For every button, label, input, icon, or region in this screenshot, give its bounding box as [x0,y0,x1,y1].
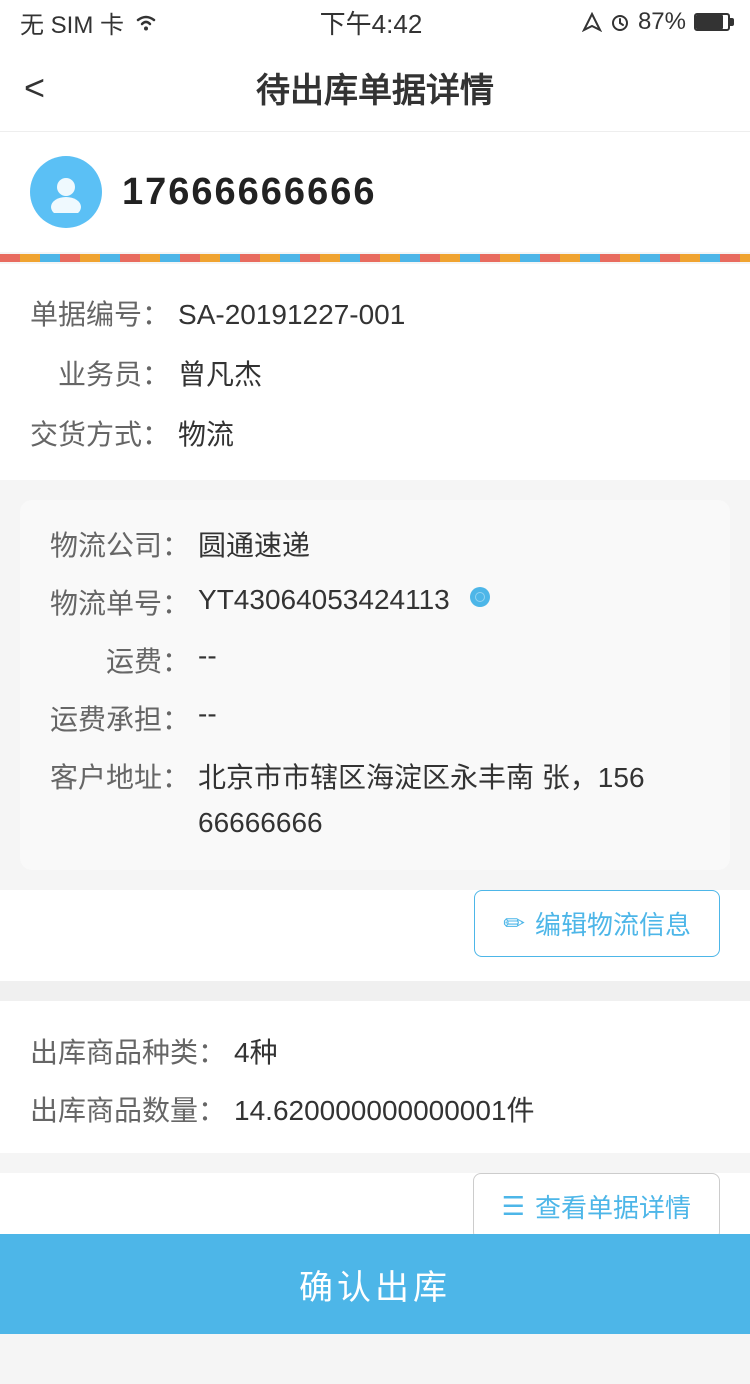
view-detail-button[interactable]: ☰ 查看单据详情 [473,1173,720,1240]
goods-category-row: 出库商品种类： 4种 [30,1031,720,1071]
dashed-divider [0,254,750,262]
user-phone: 17666666666 [122,171,376,214]
goods-category-label: 出库商品种类： [30,1031,226,1071]
address-label: 客户地址： [50,756,190,796]
logistics-company-label: 物流公司： [50,524,190,564]
section-divider [0,981,750,1001]
edit-btn-row: ✏ 编辑物流信息 [0,890,750,981]
goods-quantity-row: 出库商品数量： 14.620000000000001件 [30,1089,720,1129]
goods-quantity-label: 出库商品数量： [30,1089,226,1129]
goods-section: 出库商品种类： 4种 出库商品数量： 14.620000000000001件 [0,1001,750,1153]
battery-percent: 87% [638,8,686,36]
freight-label: 运费： [50,640,190,680]
salesman-row: 业务员： 曾凡杰 [30,354,720,396]
freight-row: 运费： -- [50,640,700,680]
tracking-location-icon [462,582,498,618]
delivery-label: 交货方式： [30,414,170,456]
list-icon: ☰ [502,1191,525,1222]
address-row: 客户地址： 北京市市辖区海淀区永丰南 张，156 66666666 [50,756,700,846]
salesman-value: 曾凡杰 [178,354,720,396]
tracking-no-row: 物流单号： YT43064053424113 [50,582,700,622]
view-btn-label: 查看单据详情 [535,1188,691,1225]
avatar [30,156,102,228]
freight-value: -- [198,640,700,672]
order-no-value: SA-20191227-001 [178,294,720,336]
logistics-card: 物流公司： 圆通速递 物流单号： YT43064053424113 运费： --… [20,500,730,870]
nav-bar: < 待出库单据详情 [0,44,750,132]
goods-quantity-value: 14.620000000000001件 [234,1089,535,1129]
tracking-no-text: YT43064053424113 [198,584,450,616]
freight-bearer-value: -- [198,698,700,730]
salesman-label: 业务员： [30,354,170,396]
confirm-btn-label: 确认出库 [299,1260,451,1309]
delivery-row: 交货方式： 物流 [30,414,720,456]
freight-bearer-label: 运费承担： [50,698,190,738]
logistics-company-value: 圆通速递 [198,524,700,564]
back-button[interactable]: < [24,67,45,109]
edit-icon: ✏ [503,908,525,939]
address-value: 北京市市辖区海淀区永丰南 张，156 66666666 [198,756,700,846]
tracking-no-value: YT43064053424113 [198,582,700,618]
goods-category-value: 4种 [234,1031,278,1071]
battery-icon [694,13,730,31]
edit-btn-label: 编辑物流信息 [535,905,691,942]
carrier-text: 无 SIM 卡 [20,5,124,40]
order-no-row: 单据编号： SA-20191227-001 [30,294,720,336]
status-bar-time: 下午4:42 [320,4,423,41]
status-bar-left: 无 SIM 卡 [20,5,160,40]
freight-bearer-row: 运费承担： -- [50,698,700,738]
confirm-button-bar[interactable]: 确认出库 [0,1234,750,1334]
delivery-value: 物流 [178,414,720,456]
status-bar: 无 SIM 卡 下午4:42 87% [0,0,750,44]
tracking-no-label: 物流单号： [50,582,190,622]
alarm-icon [610,12,630,32]
order-no-label: 单据编号： [30,294,170,336]
order-info-section: 单据编号： SA-20191227-001 业务员： 曾凡杰 交货方式： 物流 [0,264,750,480]
page-title: 待出库单据详情 [256,63,494,112]
logistics-company-row: 物流公司： 圆通速递 [50,524,700,564]
user-header: 17666666666 [0,132,750,252]
wifi-icon [132,12,160,32]
edit-logistics-button[interactable]: ✏ 编辑物流信息 [474,890,720,957]
location-arrow-icon [582,12,602,32]
status-bar-right: 87% [582,8,730,36]
avatar-icon [45,171,87,213]
